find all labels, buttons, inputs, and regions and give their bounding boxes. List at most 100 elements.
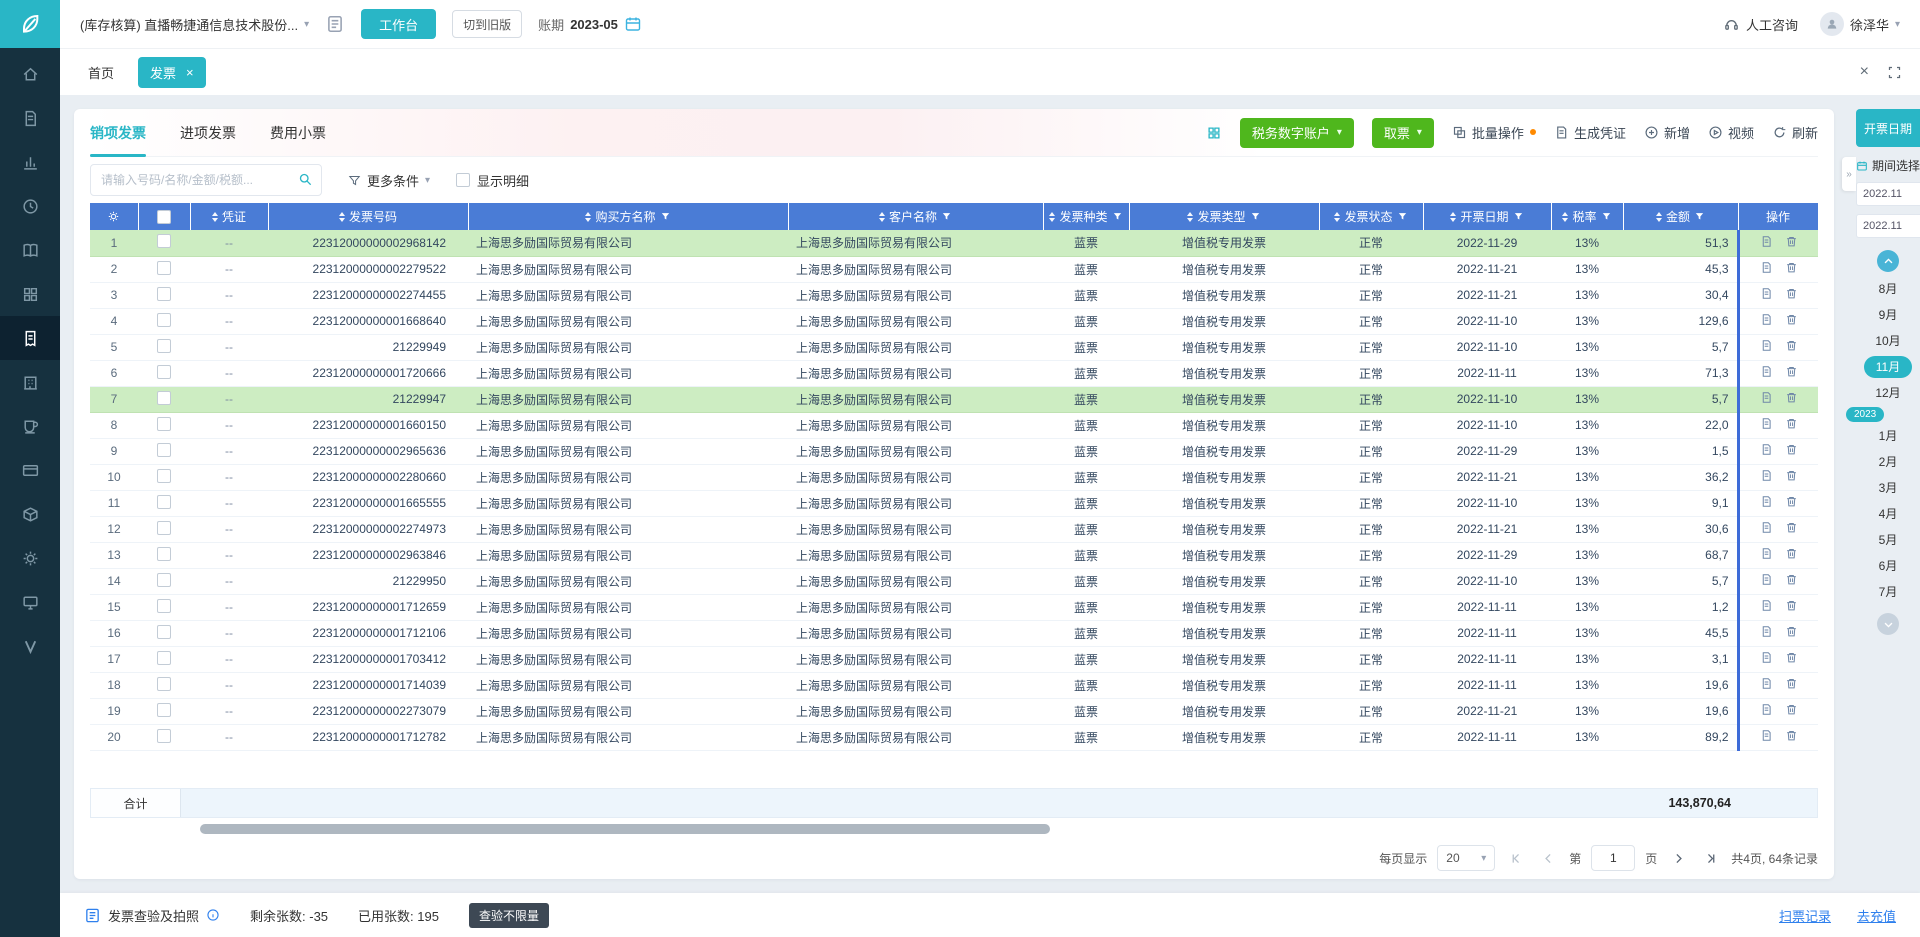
page-input[interactable] (1591, 845, 1635, 871)
col-status[interactable]: 发票状态 (1319, 203, 1423, 230)
row-checkbox[interactable] (157, 599, 171, 613)
month-item-6月[interactable]: 6月 (1864, 553, 1912, 579)
delete-invoice-icon[interactable] (1785, 365, 1798, 378)
refresh-button[interactable]: 刷新 (1772, 123, 1818, 142)
delete-invoice-icon[interactable] (1785, 573, 1798, 586)
row-checkbox[interactable] (157, 261, 171, 275)
video-button[interactable]: 视频 (1708, 123, 1754, 142)
delete-invoice-icon[interactable] (1785, 313, 1798, 326)
panel-title[interactable]: 开票日期 (1856, 109, 1920, 147)
workbench-button[interactable]: 工作台 (361, 9, 436, 39)
col-buyer[interactable]: 购买方名称 (468, 203, 788, 230)
row-checkbox[interactable] (157, 573, 171, 587)
tab-purchase-invoice[interactable]: 进项发票 (180, 109, 236, 157)
col-date[interactable]: 开票日期 (1423, 203, 1551, 230)
period-select[interactable]: 期间选择 (1856, 157, 1920, 174)
col-amount[interactable]: 金额 (1623, 203, 1738, 230)
table-row[interactable]: 5 -- 21229949 上海思多励国际贸易有限公司 上海思多励国际贸易有限公… (90, 334, 1818, 360)
view-invoice-icon[interactable] (1760, 339, 1773, 352)
table-row[interactable]: 15 -- 22312000000001712659 上海思多励国际贸易有限公司… (90, 594, 1818, 620)
invoice-check-photo[interactable]: 发票查验及拍照 (84, 906, 220, 925)
sidebar-item-brand[interactable] (0, 624, 60, 668)
table-row[interactable]: 1 -- 22312000000002968142 上海思多励国际贸易有限公司 … (90, 230, 1818, 256)
col-voucher[interactable]: 凭证 (190, 203, 268, 230)
delete-invoice-icon[interactable] (1785, 391, 1798, 404)
view-invoice-icon[interactable] (1760, 651, 1773, 664)
table-row[interactable]: 18 -- 22312000000001714039 上海思多励国际贸易有限公司… (90, 672, 1818, 698)
delete-invoice-icon[interactable] (1785, 625, 1798, 638)
month-item-3月[interactable]: 3月 (1864, 475, 1912, 501)
col-kind[interactable]: 发票种类 (1043, 203, 1129, 230)
row-checkbox[interactable] (157, 469, 171, 483)
month-item-1月[interactable]: 1月 (1864, 423, 1912, 449)
sidebar-item-funds[interactable] (0, 184, 60, 228)
support-button[interactable]: 人工咨询 (1723, 15, 1798, 34)
calendar-icon[interactable] (624, 15, 642, 33)
scroll-months-down-button[interactable] (1877, 613, 1899, 635)
tab-sales-invoice[interactable]: 销项发票 (90, 109, 146, 157)
sidebar-item-service[interactable] (0, 404, 60, 448)
row-checkbox[interactable] (157, 651, 171, 665)
table-row[interactable]: 7 -- 21229947 上海思多励国际贸易有限公司 上海思多励国际贸易有限公… (90, 386, 1818, 412)
delete-invoice-icon[interactable] (1785, 677, 1798, 690)
sidebar-item-inventory[interactable] (0, 492, 60, 536)
table-row[interactable]: 20 -- 22312000000001712782 上海思多励国际贸易有限公司… (90, 724, 1818, 750)
sidebar-item-ledger[interactable] (0, 228, 60, 272)
month-item-8月[interactable]: 8月 (1864, 276, 1912, 302)
tab-expense-receipt[interactable]: 费用小票 (270, 109, 326, 157)
col-invoice-no[interactable]: 发票号码 (268, 203, 468, 230)
bulletin-icon[interactable] (325, 14, 345, 34)
table-row[interactable]: 12 -- 22312000000002274973 上海思多励国际贸易有限公司… (90, 516, 1818, 542)
first-page-button[interactable] (1505, 847, 1527, 869)
table-row[interactable]: 6 -- 22312000000001720666 上海思多励国际贸易有限公司 … (90, 360, 1818, 386)
search-icon[interactable] (298, 172, 313, 187)
delete-invoice-icon[interactable] (1785, 729, 1798, 742)
sidebar-item-modules[interactable] (0, 272, 60, 316)
sidebar-item-training[interactable] (0, 580, 60, 624)
view-invoice-icon[interactable] (1760, 729, 1773, 742)
show-detail-checkbox[interactable] (456, 173, 470, 187)
delete-invoice-icon[interactable] (1785, 235, 1798, 248)
view-invoice-icon[interactable] (1760, 287, 1773, 300)
month-item-11月[interactable]: 11月 (1864, 356, 1912, 378)
view-invoice-icon[interactable] (1760, 391, 1773, 404)
get-ticket-button[interactable]: 取票 ▾ (1372, 118, 1434, 148)
delete-invoice-icon[interactable] (1785, 521, 1798, 534)
last-page-button[interactable] (1699, 847, 1721, 869)
view-invoice-icon[interactable] (1760, 261, 1773, 274)
table-row[interactable]: 14 -- 21229950 上海思多励国际贸易有限公司 上海思多励国际贸易有限… (90, 568, 1818, 594)
col-rate[interactable]: 税率 (1551, 203, 1623, 230)
select-all-header[interactable] (138, 203, 190, 230)
delete-invoice-icon[interactable] (1785, 443, 1798, 456)
month-item-2月[interactable]: 2月 (1864, 449, 1912, 475)
tab-invoice[interactable]: 发票 × (138, 57, 206, 88)
table-row[interactable]: 2 -- 22312000000002279522 上海思多励国际贸易有限公司 … (90, 256, 1818, 282)
select-all-checkbox[interactable] (157, 210, 171, 224)
app-logo[interactable] (0, 0, 60, 48)
view-invoice-icon[interactable] (1760, 677, 1773, 690)
table-row[interactable]: 3 -- 22312000000002274455 上海思多励国际贸易有限公司 … (90, 282, 1818, 308)
scan-record-link[interactable]: 扫票记录 (1779, 906, 1831, 925)
delete-invoice-icon[interactable] (1785, 417, 1798, 430)
batch-operation-button[interactable]: 批量操作 (1452, 123, 1536, 142)
panel-collapse-handle[interactable]: » (1842, 157, 1856, 191)
month-item-4月[interactable]: 4月 (1864, 501, 1912, 527)
table-row[interactable]: 13 -- 22312000000002963846 上海思多励国际贸易有限公司… (90, 542, 1818, 568)
sidebar-item-assets[interactable] (0, 360, 60, 404)
view-invoice-icon[interactable] (1760, 703, 1773, 716)
month-item-10月[interactable]: 10月 (1864, 328, 1912, 354)
view-invoice-icon[interactable] (1760, 443, 1773, 456)
month-item-5月[interactable]: 5月 (1864, 527, 1912, 553)
view-invoice-icon[interactable] (1760, 417, 1773, 430)
table-row[interactable]: 16 -- 22312000000001712106 上海思多励国际贸易有限公司… (90, 620, 1818, 646)
row-checkbox[interactable] (157, 521, 171, 535)
row-checkbox[interactable] (157, 417, 171, 431)
view-invoice-icon[interactable] (1760, 547, 1773, 560)
delete-invoice-icon[interactable] (1785, 469, 1798, 482)
date-from-input[interactable]: 2022.11 (1856, 182, 1920, 206)
view-invoice-icon[interactable] (1760, 469, 1773, 482)
scroll-months-up-button[interactable] (1877, 250, 1899, 272)
row-checkbox[interactable] (157, 703, 171, 717)
delete-invoice-icon[interactable] (1785, 703, 1798, 716)
row-checkbox[interactable] (157, 287, 171, 301)
